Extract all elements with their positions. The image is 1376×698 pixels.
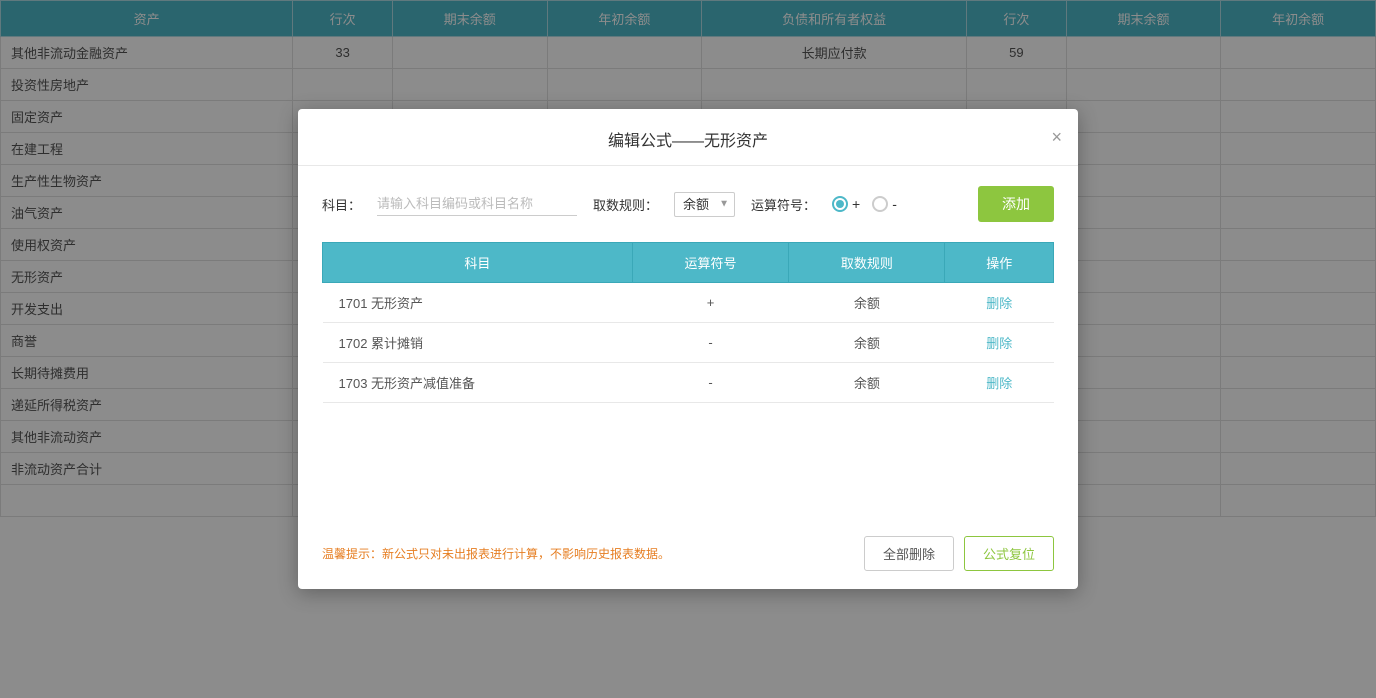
delete-row-button[interactable]: 删除 [986,293,1012,312]
th-subject: 科目 [323,243,633,283]
formula-action: 删除 [945,283,1054,323]
formula-subject: 1703 无形资产减值准备 [323,363,633,403]
rule-select-wrapper: 余额 借方 贷方 [674,192,735,217]
reset-button[interactable]: 公式复位 [964,536,1054,571]
modal-footer: 温馨提示：新公式只对未出报表进行计算，不影响历史报表数据。 全部删除 公式复位 [298,522,1078,589]
operator-radio-group: + - [832,196,897,212]
modal-title: 编辑公式——无形资产 [608,127,768,151]
formula-action: 删除 [945,323,1054,363]
add-button[interactable]: 添加 [978,186,1054,222]
radio-minus-label: - [892,196,897,212]
radio-plus[interactable]: + [832,196,860,212]
close-button[interactable]: × [1051,128,1062,146]
th-operator: 运算符号 [632,243,788,283]
formula-action: 删除 [945,363,1054,403]
delete-row-button[interactable]: 删除 [986,333,1012,352]
formula-table: 科目 运算符号 取数规则 操作 1701 无形资产 + 余额 删除 1702 累… [322,242,1054,403]
radio-minus-circle [872,196,888,212]
radio-plus-circle [832,196,848,212]
table-header-row: 科目 运算符号 取数规则 操作 [323,243,1054,283]
formula-operator: - [632,363,788,403]
formula-operator: - [632,323,788,363]
rule-label: 取数规则： [593,195,658,214]
edit-formula-modal: 编辑公式——无形资产 × 科目： 取数规则： 余额 借方 贷方 运算符号： [298,109,1078,589]
delete-all-button[interactable]: 全部删除 [864,536,954,571]
formula-subject: 1702 累计摊销 [323,323,633,363]
formula-operator: + [632,283,788,323]
formula-row: 1702 累计摊销 - 余额 删除 [323,323,1054,363]
formula-rule: 余额 [789,323,945,363]
footer-buttons: 全部删除 公式复位 [864,536,1054,571]
subject-label: 科目： [322,195,361,214]
operator-label: 运算符号： [751,195,816,214]
formula-rule: 余额 [789,283,945,323]
th-action: 操作 [945,243,1054,283]
delete-row-button[interactable]: 删除 [986,373,1012,392]
radio-minus[interactable]: - [872,196,897,212]
th-rule: 取数规则 [789,243,945,283]
formula-row: 1701 无形资产 + 余额 删除 [323,283,1054,323]
rule-select[interactable]: 余额 借方 贷方 [674,192,735,217]
formula-row: 1703 无形资产减值准备 - 余额 删除 [323,363,1054,403]
formula-subject: 1701 无形资产 [323,283,633,323]
radio-plus-label: + [852,196,860,212]
modal-header: 编辑公式——无形资产 × [298,109,1078,166]
subject-input[interactable] [377,192,577,216]
modal-overlay: 编辑公式——无形资产 × 科目： 取数规则： 余额 借方 贷方 运算符号： [0,0,1376,698]
hint-text: 温馨提示：新公式只对未出报表进行计算，不影响历史报表数据。 [322,545,670,562]
formula-form: 科目： 取数规则： 余额 借方 贷方 运算符号： + [322,186,1054,222]
modal-body: 科目： 取数规则： 余额 借方 贷方 运算符号： + [298,166,1078,522]
formula-rule: 余额 [789,363,945,403]
